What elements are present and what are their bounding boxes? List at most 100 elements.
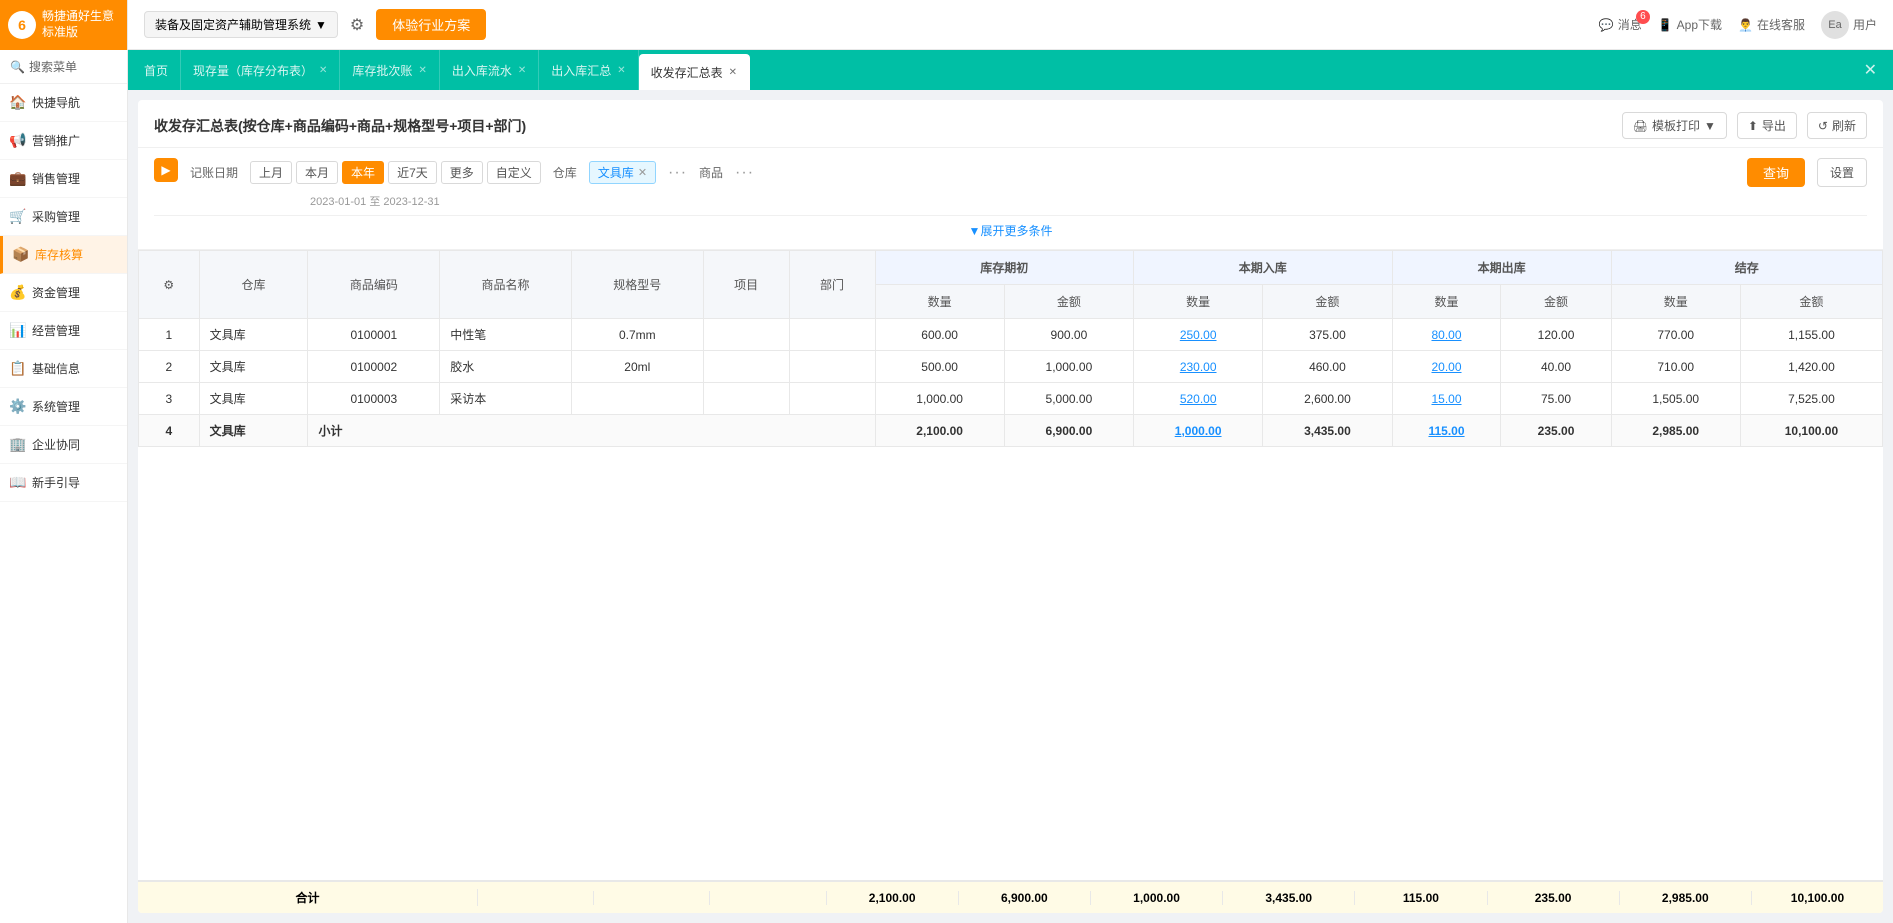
warehouse-tag-close[interactable]: ✕ — [638, 166, 647, 179]
th-goods-name: 商品名称 — [440, 251, 572, 319]
expand-more-btn[interactable]: ▼ 展开更多条件 — [154, 215, 1867, 239]
cell-in-qty[interactable]: 520.00 — [1134, 383, 1263, 415]
warehouse-dots[interactable]: ··· — [668, 164, 687, 182]
cell-warehouse: 文具库 — [199, 319, 308, 351]
purchase-icon: 🛒 — [10, 209, 26, 225]
date-btns: 上月 本月 本年 近7天 更多 自定义 — [250, 161, 541, 184]
app-download-label: App下载 — [1677, 16, 1722, 33]
trial-button[interactable]: 体验行业方案 — [376, 9, 486, 40]
system-name: 装备及固定资产辅助管理系统 — [155, 16, 311, 33]
tab-close-inout-summary[interactable]: ✕ — [617, 65, 625, 76]
message-action[interactable]: 💬 消息 6 — [1599, 16, 1642, 33]
refresh-button[interactable]: ↺ 刷新 — [1807, 112, 1867, 139]
date-btn-last-month[interactable]: 上月 — [250, 161, 292, 184]
cell-warehouse: 文具库 — [199, 351, 308, 383]
tab-close-inventory-dist[interactable]: ✕ — [319, 65, 327, 76]
query-button[interactable]: 查询 — [1747, 158, 1805, 187]
goods-dots[interactable]: ··· — [735, 164, 754, 182]
th-in-qty: 数量 — [1134, 285, 1263, 319]
cell-in-amt: 2,600.00 — [1263, 383, 1392, 415]
cell-closing-amt: 1,420.00 — [1740, 351, 1882, 383]
sidebar-item-newguide[interactable]: 📖 新手引导 — [0, 464, 127, 502]
cell-project — [703, 319, 789, 351]
logo-icon: 6 — [8, 11, 36, 39]
footer-values: 2,100.00 6,900.00 1,000.00 3,435.00 115.… — [478, 891, 1883, 905]
cell-warehouse: 文具库 — [199, 383, 308, 415]
sidebar-item-enterprise[interactable]: 🏢 企业协同 — [0, 426, 127, 464]
cell-opening-qty: 1,000.00 — [875, 383, 1004, 415]
filter-row-1: 记账日期 上月 本月 本年 近7天 更多 自定义 仓库 文 — [190, 158, 1867, 187]
th-project: 项目 — [703, 251, 789, 319]
cell-closing-qty: 1,505.00 — [1611, 383, 1740, 415]
system-selector[interactable]: 装备及固定资产辅助管理系统 ▼ — [144, 11, 338, 38]
cell-no: 2 — [139, 351, 200, 383]
sidebar-item-basic[interactable]: 📋 基础信息 — [0, 350, 127, 388]
page-container: 收发存汇总表(按仓库+商品编码+商品+规格型号+项目+部门) 🖨 模板打印 ▼ … — [138, 100, 1883, 913]
filter-container: ▶ 记账日期 上月 本月 本年 近7天 更多 自定义 — [138, 148, 1883, 250]
tab-close-recv-send[interactable]: ✕ — [729, 67, 737, 78]
user-action[interactable]: Ea 用户 — [1821, 11, 1877, 39]
sidebar-item-quicknav[interactable]: 🏠 快捷导航 — [0, 84, 127, 122]
tab-inout-summary[interactable]: 出入库汇总 ✕ — [539, 50, 638, 90]
subtotal-out-qty[interactable]: 115.00 — [1392, 415, 1501, 447]
search-icon: 🔍 — [10, 60, 25, 74]
search-menu[interactable]: 🔍 搜索菜单 — [0, 50, 127, 84]
cell-out-qty[interactable]: 20.00 — [1392, 351, 1501, 383]
subtotal-in-qty[interactable]: 1,000.00 — [1134, 415, 1263, 447]
table-footer: 合计 2,100.00 6,900.00 1,000.00 3,435.00 1… — [138, 880, 1883, 913]
filter-toggle[interactable]: ▶ — [154, 158, 178, 182]
tabs-bar: 首页 现存量（库存分布表） ✕ 库存批次账 ✕ 出入库流水 ✕ 出入库汇总 ✕ … — [128, 50, 1893, 90]
sidebar-item-operation[interactable]: 📊 经营管理 — [0, 312, 127, 350]
date-btn-this-year[interactable]: 本年 — [342, 161, 384, 184]
tab-home-label: 首页 — [144, 62, 168, 79]
cell-goods-name: 胶水 — [440, 351, 572, 383]
tab-inout-flow[interactable]: 出入库流水 ✕ — [440, 50, 539, 90]
settings-icon[interactable]: ⚙ — [350, 15, 364, 35]
cell-out-amt: 40.00 — [1501, 351, 1611, 383]
tab-home[interactable]: 首页 — [132, 50, 181, 90]
tab-recv-send-summary[interactable]: 收发存汇总表 ✕ — [639, 54, 750, 90]
tab-close-inout-flow[interactable]: ✕ — [518, 65, 526, 76]
cell-in-qty[interactable]: 230.00 — [1134, 351, 1263, 383]
close-all-tabs[interactable]: ✕ — [1852, 50, 1889, 90]
cell-opening-qty: 600.00 — [875, 319, 1004, 351]
sidebar-item-finance[interactable]: 💰 资金管理 — [0, 274, 127, 312]
refresh-label: 刷新 — [1832, 117, 1856, 134]
tab-close-batch[interactable]: ✕ — [418, 65, 426, 76]
th-settings[interactable]: ⚙ — [139, 251, 200, 319]
subtotal-label: 小计 — [308, 415, 875, 447]
date-btn-this-month[interactable]: 本月 — [296, 161, 338, 184]
tab-batch-label: 库存批次账 — [352, 62, 412, 79]
print-button[interactable]: 🖨 模板打印 ▼ — [1622, 112, 1727, 139]
online-service-action[interactable]: 👨‍💼 在线客服 — [1738, 16, 1805, 33]
goods-label: 商品 — [699, 164, 723, 181]
sidebar-item-system[interactable]: ⚙️ 系统管理 — [0, 388, 127, 426]
cell-closing-qty: 710.00 — [1611, 351, 1740, 383]
footer-opening-amt: 6,900.00 — [959, 891, 1091, 905]
sidebar-item-marketing[interactable]: 📢 营销推广 — [0, 122, 127, 160]
table-row: 1 文具库 0100001 中性笔 0.7mm 600.00 900.00 25… — [139, 319, 1883, 351]
cell-goods-name: 采访本 — [440, 383, 572, 415]
date-btn-7days[interactable]: 近7天 — [388, 161, 437, 184]
footer-empty2 — [594, 891, 710, 905]
setting-button[interactable]: 设置 — [1817, 158, 1867, 187]
th-goods-spec: 规格型号 — [571, 251, 703, 319]
date-btn-more[interactable]: 更多 — [441, 161, 483, 184]
content-area: 收发存汇总表(按仓库+商品编码+商品+规格型号+项目+部门) 🖨 模板打印 ▼ … — [128, 90, 1893, 923]
export-button[interactable]: ⬆ 导出 — [1737, 112, 1797, 139]
message-badge: 6 — [1636, 10, 1650, 24]
sidebar-item-sales[interactable]: 💼 销售管理 — [0, 160, 127, 198]
filter-row-main: ▶ 记账日期 上月 本月 本年 近7天 更多 自定义 — [154, 158, 1867, 209]
date-btn-custom[interactable]: 自定义 — [487, 161, 541, 184]
cell-out-qty[interactable]: 80.00 — [1392, 319, 1501, 351]
tab-batch[interactable]: 库存批次账 ✕ — [340, 50, 439, 90]
cell-goods-code: 0100003 — [308, 383, 440, 415]
tab-inventory-dist[interactable]: 现存量（库存分布表） ✕ — [181, 50, 340, 90]
filter-fields: 记账日期 上月 本月 本年 近7天 更多 自定义 仓库 文 — [190, 158, 1867, 209]
date-range-display: 2023-01-01 至 2023-12-31 — [310, 193, 1867, 209]
cell-out-qty[interactable]: 15.00 — [1392, 383, 1501, 415]
sidebar-item-purchase[interactable]: 🛒 采购管理 — [0, 198, 127, 236]
sidebar-item-inventory[interactable]: 📦 库存核算 — [0, 236, 127, 274]
app-download-action[interactable]: 📱 App下载 — [1658, 16, 1722, 33]
cell-in-qty[interactable]: 250.00 — [1134, 319, 1263, 351]
